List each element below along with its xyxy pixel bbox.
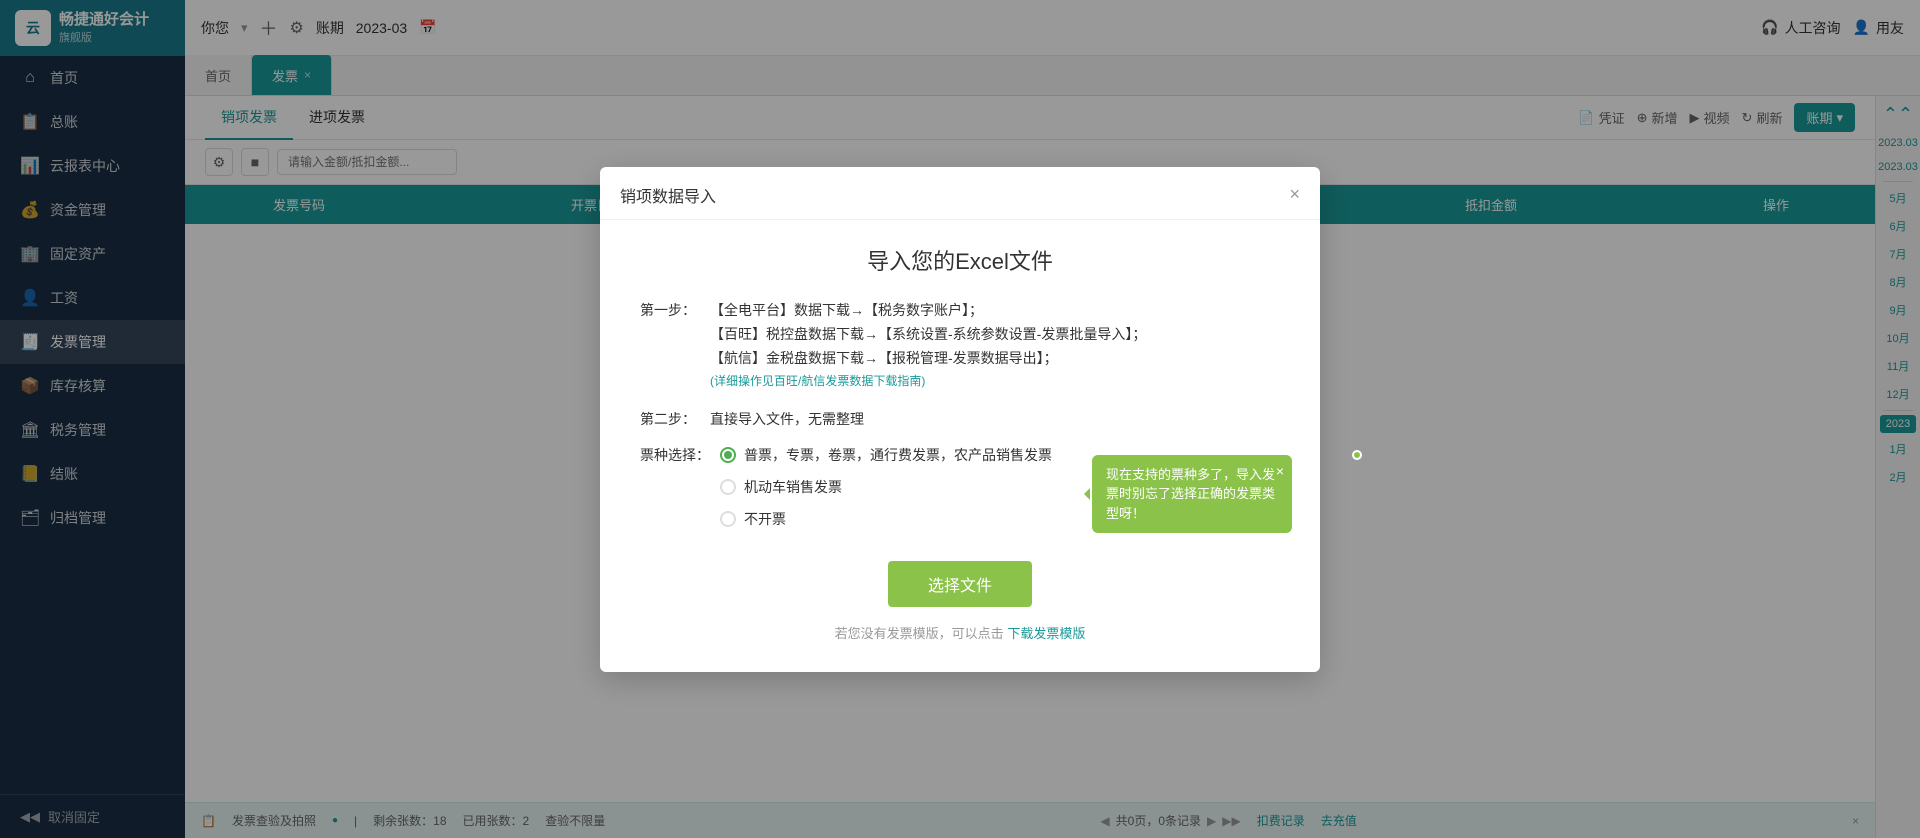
modal-header: 销项数据导入 × — [600, 167, 1320, 220]
step1-section: 第一步： 【全电平台】数据下载→【税务数字账户】； 【百旺】税控盘数据下载→【系… — [640, 300, 1280, 393]
tooltip-close-btn[interactable]: × — [1276, 461, 1284, 482]
ticket-select-label: 票种选择： — [640, 445, 710, 465]
step2-label: 第二步： — [640, 409, 710, 429]
modal-main-title: 导入您的Excel文件 — [640, 244, 1280, 276]
radio-group: 普票，专票，卷票，通行费发票，农产品销售发票 × 现在支持的票种多了，导入发票时… — [720, 445, 1280, 529]
modal-footer: 若您没有发票模版，可以点击 下载发票模版 — [640, 623, 1280, 642]
step2-content: 直接导入文件，无需整理 — [710, 409, 1280, 429]
ticket-select-section: 票种选择： 普票，专票，卷票，通行费发票，农产品销售发票 — [640, 445, 1280, 541]
download-template-link[interactable]: 下载发票模版 — [1007, 626, 1085, 641]
modal-close-btn[interactable]: × — [1289, 184, 1300, 205]
step2-section: 第二步： 直接导入文件，无需整理 — [640, 409, 1280, 429]
step1-content: 【全电平台】数据下载→【税务数字账户】； 【百旺】税控盘数据下载→【系统设置-系… — [710, 300, 1280, 389]
modal-overlay[interactable]: 销项数据导入 × 导入您的Excel文件 第一步： 【全电平台】数据下载→【税务… — [0, 0, 1920, 838]
radio-item-0: 普票，专票，卷票，通行费发票，农产品销售发票 × 现在支持的票种多了，导入发票时… — [720, 445, 1280, 465]
import-modal: 销项数据导入 × 导入您的Excel文件 第一步： 【全电平台】数据下载→【税务… — [600, 167, 1320, 672]
modal-body: 导入您的Excel文件 第一步： 【全电平台】数据下载→【税务数字账户】； 【百… — [600, 220, 1320, 672]
tooltip-dot — [1352, 450, 1362, 460]
radio-btn-1[interactable] — [720, 479, 736, 495]
radio-btn-0[interactable] — [720, 447, 736, 463]
radio-btn-2[interactable] — [720, 511, 736, 527]
tooltip-bubble: × 现在支持的票种多了，导入发票时别忘了选择正确的发票类型呀！ — [1092, 455, 1292, 534]
guide-link[interactable]: (详细操作见百旺/航信发票数据下载指南) — [710, 374, 925, 388]
select-file-btn[interactable]: 选择文件 — [888, 561, 1032, 607]
step1-label: 第一步： — [640, 300, 710, 320]
modal-title: 销项数据导入 — [620, 183, 716, 207]
